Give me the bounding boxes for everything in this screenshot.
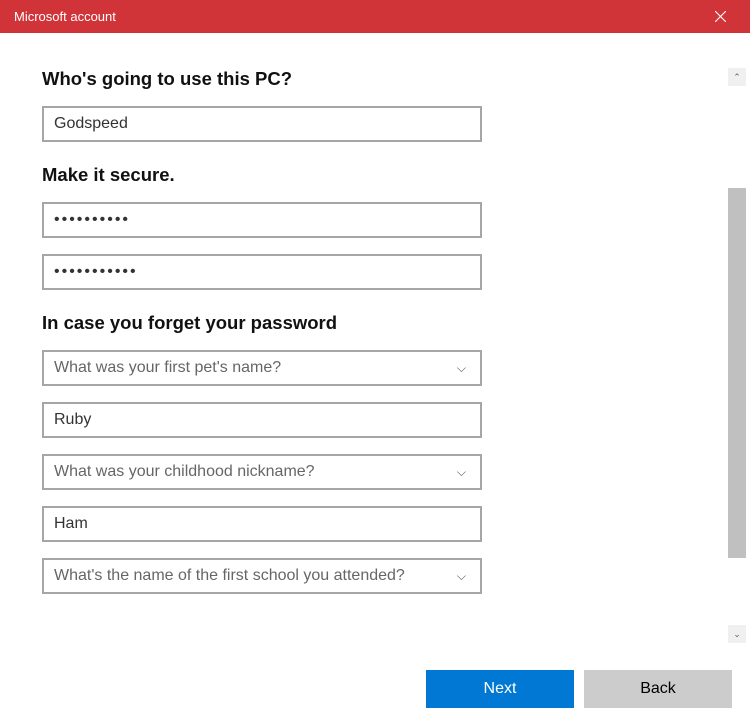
security-question-1-select[interactable]: What was your first pet's name? ⌵ (42, 350, 482, 386)
security-question-2-select[interactable]: What was your childhood nickname? ⌵ (42, 454, 482, 490)
security-question-1-value: What was your first pet's name? (54, 359, 281, 377)
security-question-3-value: What's the name of the first school you … (54, 567, 405, 585)
chevron-down-icon: ⌵ (457, 361, 466, 376)
password-input[interactable]: •••••••••• (42, 202, 482, 238)
confirm-password-input[interactable]: ••••••••••• (42, 254, 482, 290)
scrollbar[interactable]: ⌃ ⌄ (728, 68, 746, 643)
form-content: Who's going to use this PC? Godspeed Mak… (0, 68, 728, 645)
heading-security-questions: In case you forget your password (42, 312, 698, 334)
security-question-3-select[interactable]: What's the name of the first school you … (42, 558, 482, 594)
security-answer-2-value: Ham (54, 515, 88, 533)
chevron-down-icon: ⌵ (457, 465, 466, 480)
confirm-password-value: ••••••••••• (54, 263, 138, 281)
title-bar-text: Microsoft account (14, 9, 116, 24)
scroll-up-button[interactable]: ⌃ (728, 68, 746, 86)
back-button[interactable]: Back (584, 670, 732, 708)
next-button[interactable]: Next (426, 670, 574, 708)
scroll-thumb[interactable] (728, 188, 746, 558)
heading-password: Make it secure. (42, 164, 698, 186)
close-icon (715, 11, 726, 22)
title-bar: Microsoft account (0, 0, 750, 33)
username-value: Godspeed (54, 115, 128, 133)
security-answer-1-input[interactable]: Ruby (42, 402, 482, 438)
username-input[interactable]: Godspeed (42, 106, 482, 142)
password-value: •••••••••• (54, 211, 130, 229)
heading-username: Who's going to use this PC? (42, 68, 698, 90)
scroll-down-button[interactable]: ⌄ (728, 625, 746, 643)
chevron-down-icon: ⌵ (457, 569, 466, 584)
content-wrapper: Who's going to use this PC? Godspeed Mak… (0, 33, 750, 645)
close-button[interactable] (700, 0, 740, 33)
caret-down-icon: ⌄ (733, 629, 741, 640)
security-answer-1-value: Ruby (54, 411, 91, 429)
button-row: Next Back (426, 670, 732, 708)
caret-up-icon: ⌃ (733, 72, 741, 83)
security-question-2-value: What was your childhood nickname? (54, 463, 315, 481)
security-answer-2-input[interactable]: Ham (42, 506, 482, 542)
